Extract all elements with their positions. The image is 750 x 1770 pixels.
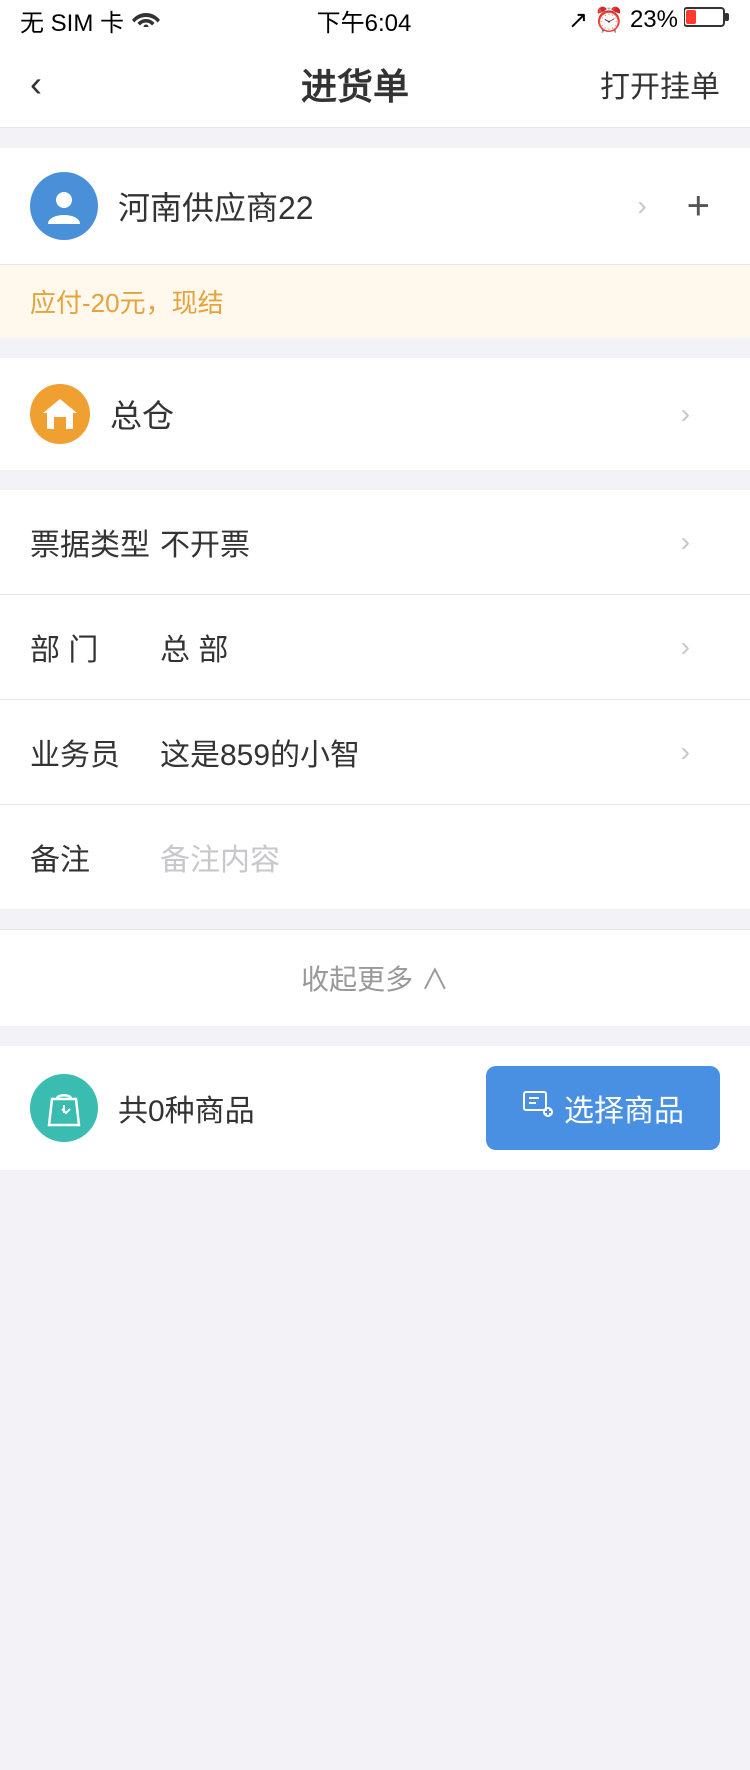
notice-text: 应付-20元，现结 — [30, 288, 224, 318]
warehouse-section: 总仓 › — [0, 358, 750, 470]
department-chevron-icon: › — [681, 631, 690, 663]
section-gap-2 — [0, 338, 750, 358]
product-count-label: 共0种商品 — [118, 1086, 486, 1130]
nav-bar: ‹ 进货单 打开挂单 — [0, 40, 750, 128]
form-row-salesperson[interactable]: 业务员 这是859的小智 › — [0, 700, 750, 805]
form-row-remark[interactable]: 备注 备注内容 — [0, 805, 750, 909]
salesperson-value: 这是859的小智 — [160, 730, 681, 774]
supplier-name: 河南供应商22 — [118, 183, 637, 229]
warehouse-icon-wrap — [30, 384, 90, 444]
form-section: 票据类型 不开票 › 部 门 总 部 › 业务员 这是859的小智 › 备注 备… — [0, 490, 750, 909]
select-product-label: 选择商品 — [564, 1086, 684, 1130]
status-bar: 无 SIM 卡 下午6:04 ↗ ⏰ 23% — [0, 0, 750, 40]
add-button[interactable]: + — [677, 184, 720, 229]
collapse-row[interactable]: 收起更多 ∧ — [0, 929, 750, 1026]
department-label: 部 门 — [30, 625, 160, 669]
supplier-row[interactable]: 河南供应商22 › + — [0, 148, 750, 265]
collapse-label: 收起更多 ∧ — [301, 964, 449, 995]
notice-bar: 应付-20元，现结 — [0, 265, 750, 338]
wifi-icon — [132, 6, 160, 34]
page-title: 进货单 — [301, 58, 409, 110]
supplier-avatar — [30, 172, 98, 240]
form-row-invoice-type[interactable]: 票据类型 不开票 › — [0, 490, 750, 595]
invoice-type-chevron-icon: › — [681, 526, 690, 558]
remark-label: 备注 — [30, 835, 160, 879]
battery-icon — [684, 6, 730, 35]
remark-input[interactable]: 备注内容 — [160, 835, 720, 879]
location-icon: ↗ — [568, 6, 588, 35]
status-right: ↗ ⏰ 23% — [568, 6, 730, 35]
warehouse-chevron-icon: › — [681, 398, 690, 430]
form-row-department[interactable]: 部 门 总 部 › — [0, 595, 750, 700]
bottom-bar: 共0种商品 选择商品 — [0, 1046, 750, 1170]
open-pending-button[interactable]: 打开挂单 — [600, 62, 720, 106]
salesperson-label: 业务员 — [30, 730, 160, 774]
back-button[interactable]: ‹ — [30, 63, 110, 105]
salesperson-chevron-icon: › — [681, 736, 690, 768]
department-value: 总 部 — [160, 625, 681, 669]
select-product-button[interactable]: 选择商品 — [486, 1066, 720, 1150]
warehouse-name: 总仓 — [110, 391, 681, 437]
product-icon-wrap — [30, 1074, 98, 1142]
supplier-section: 河南供应商22 › + 应付-20元，现结 — [0, 148, 750, 338]
main-background — [0, 1170, 750, 1770]
supplier-chevron-icon: › — [637, 190, 646, 222]
status-left: 无 SIM 卡 — [20, 3, 160, 38]
battery-text: 23% — [630, 6, 678, 34]
signal-text: 无 SIM 卡 — [20, 3, 124, 38]
alarm-icon: ⏰ — [594, 6, 624, 35]
section-gap-1 — [0, 128, 750, 148]
invoice-type-label: 票据类型 — [30, 520, 160, 564]
warehouse-row[interactable]: 总仓 › — [0, 358, 750, 470]
invoice-type-value: 不开票 — [160, 520, 681, 564]
select-product-icon — [522, 1090, 554, 1126]
status-time: 下午6:04 — [317, 3, 412, 38]
